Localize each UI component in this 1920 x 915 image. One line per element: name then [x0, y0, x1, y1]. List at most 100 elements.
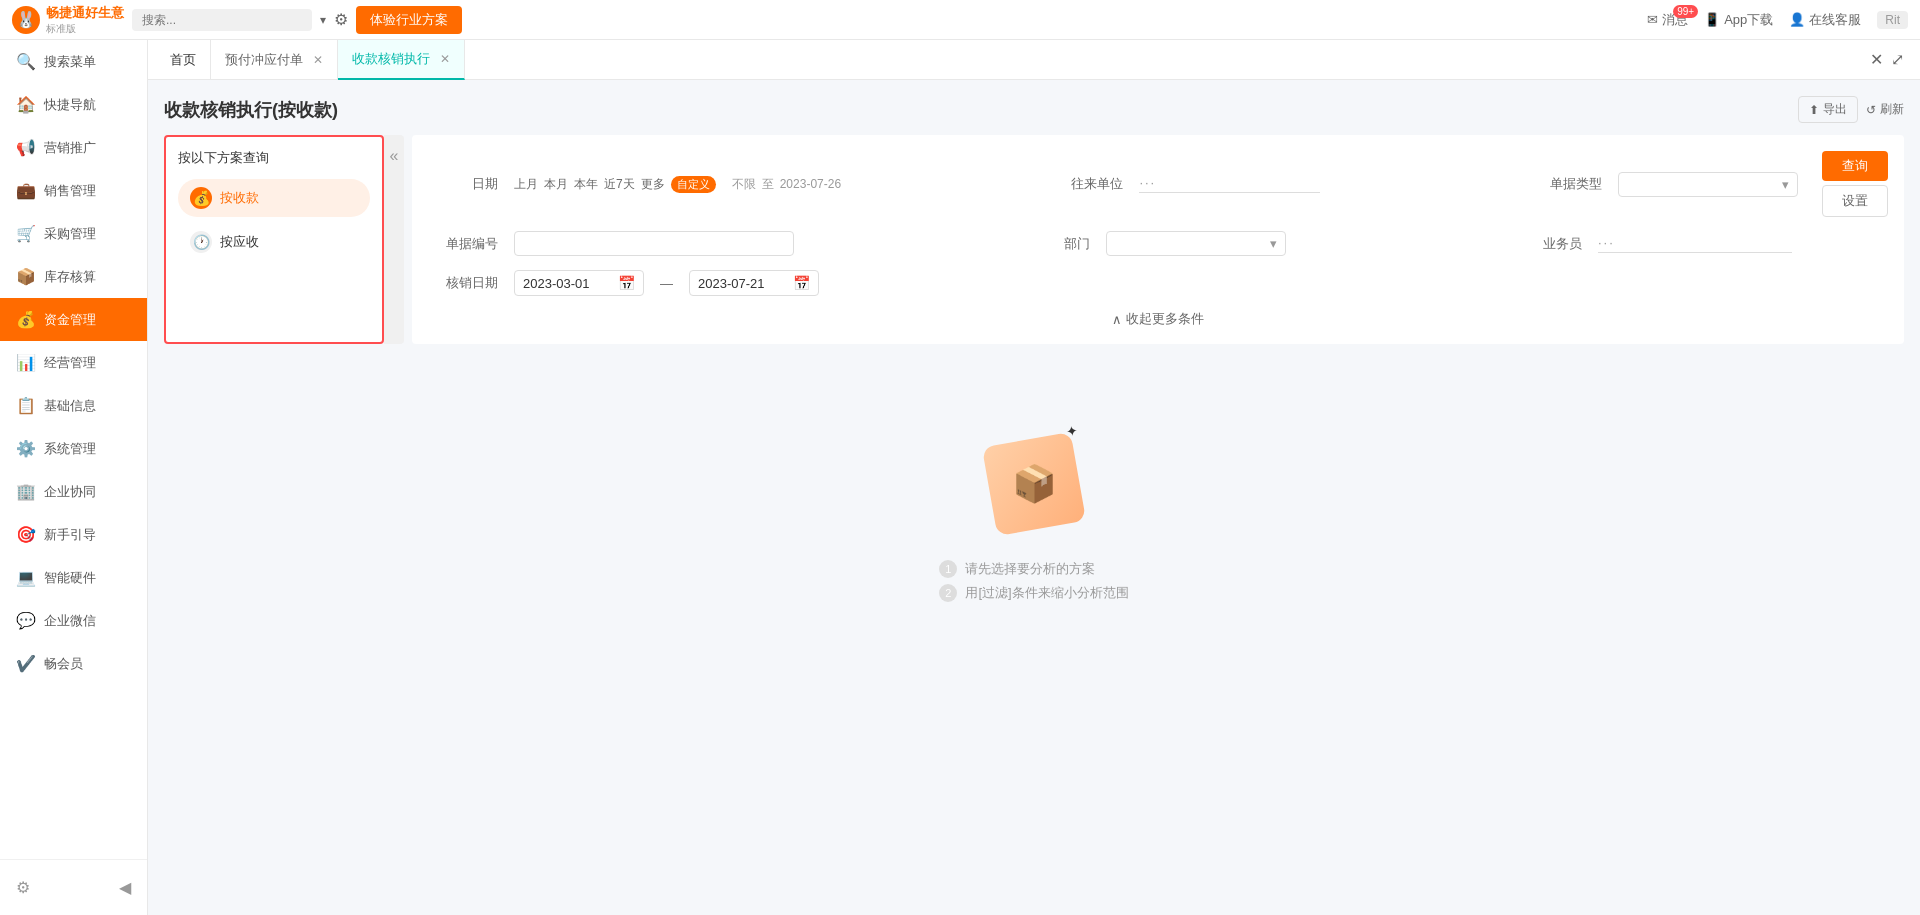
- tab-prepay-label: 预付冲应付单: [225, 51, 303, 69]
- message-button[interactable]: ✉ 消息 99+: [1647, 11, 1688, 29]
- sidebar: 🔍 搜索菜单 🏠 快捷导航 📢 营销推广 💼 销售管理 🛒 采购管理 📦 库存核…: [0, 40, 148, 915]
- collapse-more-button[interactable]: ∧ 收起更多条件: [428, 310, 1888, 328]
- date-this-year[interactable]: 本年: [574, 176, 598, 193]
- top-bar-left: 🐰 畅捷通好生意 标准版 ▾ ⚙ 体验行业方案: [12, 4, 462, 36]
- sidebar-label-sales: 销售管理: [44, 182, 96, 200]
- app-download-button[interactable]: 📱 App下载: [1704, 11, 1773, 29]
- window-maximize-button[interactable]: ⤢: [1891, 50, 1904, 69]
- page-title: 收款核销执行(按收款): [164, 98, 338, 122]
- tab-window-actions: ✕ ⤢: [1862, 50, 1912, 69]
- empty-face-icon: 📦: [1012, 463, 1057, 505]
- sidebar-label-finance: 资金管理: [44, 311, 96, 329]
- date-to-label: 至: [762, 176, 774, 193]
- sidebar-collapse-button[interactable]: ◀: [119, 878, 131, 897]
- chevron-up-icon: ∧: [1112, 312, 1122, 327]
- home-icon: 🏠: [16, 95, 36, 114]
- sidebar-item-shortcut[interactable]: 🏠 快捷导航: [0, 83, 147, 126]
- doc-type-label: 单据类型: [1532, 175, 1602, 193]
- sidebar-label-shortcut: 快捷导航: [44, 96, 96, 114]
- basic-icon: 📋: [16, 396, 36, 415]
- doc-type-select[interactable]: ▾: [1618, 172, 1798, 197]
- sidebar-settings-button[interactable]: ⚙ ◀: [0, 868, 147, 907]
- receipt-option-icon: 💰: [190, 187, 212, 209]
- date-more[interactable]: 更多: [641, 176, 665, 193]
- sidebar-label-purchase: 采购管理: [44, 225, 96, 243]
- counterparty-more-btn[interactable]: ···: [1139, 175, 1156, 190]
- doc-type-arrow: ▾: [1782, 177, 1789, 192]
- brand: 🐰 畅捷通好生意 标准版: [12, 4, 124, 36]
- sidebar-item-member[interactable]: ✔️ 畅会员: [0, 642, 147, 685]
- sidebar-item-hardware[interactable]: 💻 智能硬件: [0, 556, 147, 599]
- window-close-button[interactable]: ✕: [1870, 50, 1883, 69]
- service-label: 在线客服: [1809, 11, 1861, 29]
- tab-receipt-label: 收款核销执行: [352, 50, 430, 68]
- tab-receipt[interactable]: 收款核销执行 ✕: [338, 40, 465, 80]
- content-area: 首页 预付冲应付单 ✕ 收款核销执行 ✕ ✕ ⤢ 收款核销执行(按收款): [148, 40, 1920, 915]
- sidebar-item-basic[interactable]: 📋 基础信息: [0, 384, 147, 427]
- verify-date-end-input[interactable]: 2023-07-21 📅: [689, 270, 819, 296]
- filter-row-date: 日期 上月 本月 本年 近7天 更多 自定义 不限 至 2023-07: [428, 151, 1888, 217]
- user-name[interactable]: Rit: [1877, 11, 1908, 29]
- wechat-icon: 💬: [16, 611, 36, 630]
- refresh-button[interactable]: ↺ 刷新: [1866, 96, 1904, 123]
- empty-star-icon: ✦: [1065, 423, 1080, 441]
- date-this-month[interactable]: 本月: [544, 176, 568, 193]
- sidebar-item-enterprise[interactable]: 🏢 企业协同: [0, 470, 147, 513]
- page-content: 收款核销执行(按收款) ⬆ 导出 ↺ 刷新 按以下方案查询: [148, 80, 1920, 915]
- sidebar-item-purchase[interactable]: 🛒 采购管理: [0, 212, 147, 255]
- sidebar-item-newbie[interactable]: 🎯 新手引导: [0, 513, 147, 556]
- filter-option-receipt[interactable]: 💰 按收款: [178, 179, 370, 217]
- sidebar-item-inventory[interactable]: 📦 库存核算: [0, 255, 147, 298]
- calendar-start-icon[interactable]: 📅: [618, 275, 635, 291]
- dropdown-arrow[interactable]: ▾: [320, 13, 326, 27]
- online-service-button[interactable]: 👤 在线客服: [1789, 11, 1861, 29]
- date-custom-badge[interactable]: 自定义: [671, 176, 716, 193]
- sidebar-item-sales[interactable]: 💼 销售管理: [0, 169, 147, 212]
- solution-button[interactable]: 体验行业方案: [356, 6, 462, 34]
- calendar-end-icon[interactable]: 📅: [793, 275, 810, 291]
- tab-prepay-close[interactable]: ✕: [313, 53, 323, 67]
- verify-date-start-value: 2023-03-01: [523, 276, 590, 291]
- dept-select[interactable]: ▾: [1106, 231, 1286, 256]
- staff-more-btn[interactable]: ···: [1598, 235, 1615, 250]
- gear-icon[interactable]: ⚙: [334, 10, 348, 29]
- sidebar-item-marketing[interactable]: 📢 营销推广: [0, 126, 147, 169]
- filter-option-receivable[interactable]: 🕐 按应收: [178, 223, 370, 261]
- sidebar-bottom: ⚙ ◀: [0, 859, 147, 915]
- sidebar-item-finance[interactable]: 💰 资金管理: [0, 298, 147, 341]
- top-bar: 🐰 畅捷通好生意 标准版 ▾ ⚙ 体验行业方案 ✉ 消息 99+ 📱 App下载…: [0, 0, 1920, 40]
- date-separator: —: [660, 276, 673, 291]
- verify-date-start-input[interactable]: 2023-03-01 📅: [514, 270, 644, 296]
- tab-home[interactable]: 首页: [156, 40, 211, 80]
- receipt-option-label: 按收款: [220, 189, 259, 207]
- finance-icon: 💰: [16, 310, 36, 329]
- query-button[interactable]: 查询: [1822, 151, 1888, 181]
- search-icon: 🔍: [16, 52, 36, 71]
- date-7days[interactable]: 近7天: [604, 176, 635, 193]
- date-last-month[interactable]: 上月: [514, 176, 538, 193]
- settings-button[interactable]: 设置: [1822, 185, 1888, 217]
- brand-sub: 标准版: [46, 22, 124, 36]
- message-icon: ✉: [1647, 12, 1658, 27]
- sidebar-label-system: 系统管理: [44, 440, 96, 458]
- export-button[interactable]: ⬆ 导出: [1798, 96, 1858, 123]
- purchase-icon: 🛒: [16, 224, 36, 243]
- sidebar-item-wechat[interactable]: 💬 企业微信: [0, 599, 147, 642]
- tab-prepay[interactable]: 预付冲应付单 ✕: [211, 40, 338, 80]
- date-unlimited-label: 不限: [732, 176, 756, 193]
- tab-receipt-close[interactable]: ✕: [440, 52, 450, 66]
- sidebar-item-operation[interactable]: 📊 经营管理: [0, 341, 147, 384]
- sidebar-item-search[interactable]: 🔍 搜索菜单: [0, 40, 147, 83]
- sidebar-label-hardware: 智能硬件: [44, 569, 96, 587]
- sidebar-label-basic: 基础信息: [44, 397, 96, 415]
- filter-layout: 按以下方案查询 💰 按收款 🕐 按应收 « 日期: [164, 135, 1904, 344]
- filter-collapse-arrow[interactable]: «: [384, 135, 404, 344]
- receivable-option-icon: 🕐: [190, 231, 212, 253]
- empty-hint-1-text: 请先选择要分析的方案: [965, 560, 1095, 578]
- sidebar-item-system[interactable]: ⚙️ 系统管理: [0, 427, 147, 470]
- settings-icon: ⚙: [16, 878, 30, 897]
- filter-panel-title: 按以下方案查询: [178, 149, 370, 167]
- search-input[interactable]: [132, 9, 312, 31]
- doc-no-input[interactable]: [514, 231, 794, 256]
- receivable-option-label: 按应收: [220, 233, 259, 251]
